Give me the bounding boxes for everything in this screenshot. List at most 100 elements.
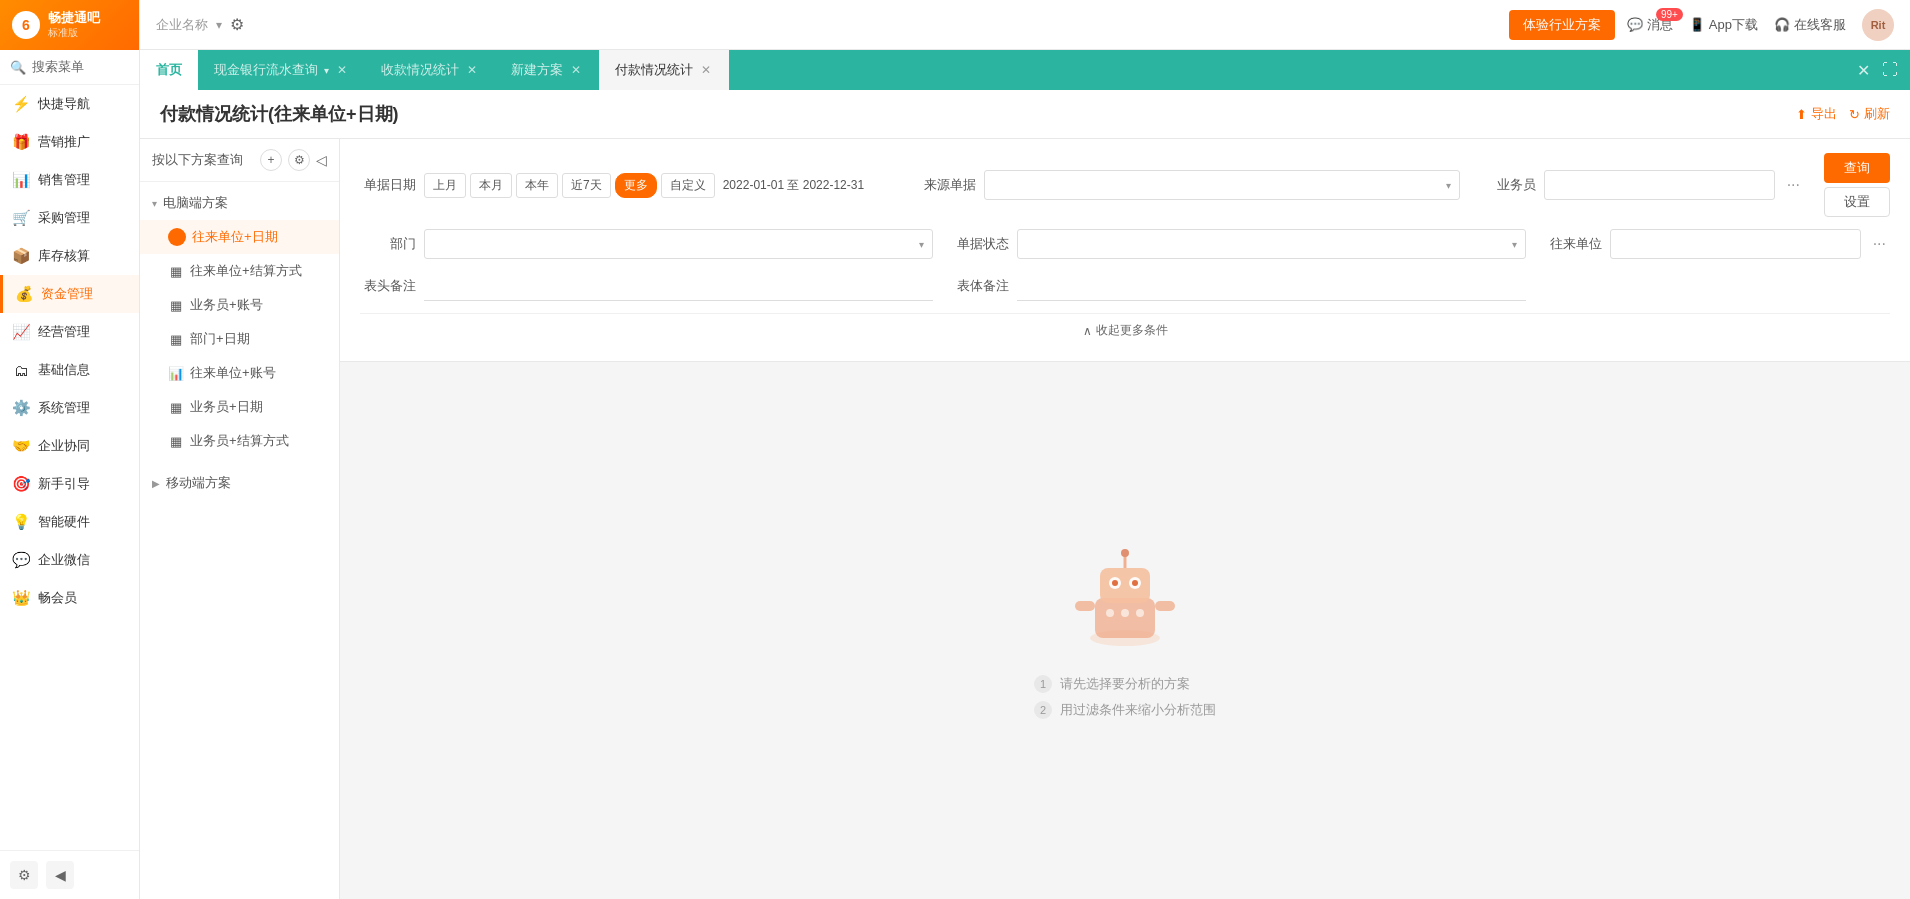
tab-payment-stats-close-icon[interactable]: ✕ bbox=[699, 61, 713, 79]
search-menu[interactable]: 🔍 搜索菜单 bbox=[0, 50, 139, 85]
app-download-label: App下载 bbox=[1709, 16, 1758, 34]
operations-icon: 📈 bbox=[12, 323, 30, 341]
tab-home[interactable]: 首页 bbox=[140, 50, 198, 90]
scheme-item-partner-settle[interactable]: ▦ 往来单位+结算方式 bbox=[140, 254, 339, 288]
sidebar-item-purchase[interactable]: 🛒 采购管理 bbox=[0, 199, 139, 237]
scheme-item-staff-account[interactable]: ▦ 业务员+账号 bbox=[140, 288, 339, 322]
desktop-group-label: 电脑端方案 bbox=[163, 194, 228, 212]
online-service-label: 在线客服 bbox=[1794, 16, 1846, 34]
query-button[interactable]: 查询 bbox=[1824, 153, 1890, 183]
tab-new-scheme-close-icon[interactable]: ✕ bbox=[569, 61, 583, 79]
staff-select[interactable] bbox=[1544, 170, 1775, 200]
try-industry-button[interactable]: 体验行业方案 bbox=[1509, 10, 1615, 40]
collapse-more-button[interactable]: ∧ 收起更多条件 bbox=[368, 322, 1882, 339]
date-options: 上月 本月 本年 近7天 更多 自定义 2022-01-01 至 2022-12… bbox=[424, 173, 864, 198]
scheme-item-partner-date[interactable]: 往来单位+日期 bbox=[140, 220, 339, 254]
date-btn-more[interactable]: 更多 bbox=[615, 173, 657, 198]
partner-more-icon[interactable]: ··· bbox=[1869, 235, 1890, 253]
sidebar-item-corp-coop[interactable]: 🤝 企业协同 bbox=[0, 427, 139, 465]
scheme-table-icon: ▦ bbox=[168, 263, 184, 279]
sidebar-item-sales[interactable]: 📊 销售管理 bbox=[0, 161, 139, 199]
settings-scheme-button[interactable]: ⚙ bbox=[288, 149, 310, 171]
online-service-action[interactable]: 🎧 在线客服 bbox=[1774, 16, 1846, 34]
collapse-panel-button[interactable]: ◁ bbox=[316, 152, 327, 168]
message-action[interactable]: 💬 消息 99+ bbox=[1627, 16, 1673, 34]
tab-bank-flow-close-icon[interactable]: ✕ bbox=[335, 61, 349, 79]
svg-point-11 bbox=[1106, 609, 1114, 617]
sidebar-item-marketing[interactable]: 🎁 营销推广 bbox=[0, 123, 139, 161]
page-header-actions: ⬆ 导出 ↻ 刷新 bbox=[1796, 105, 1890, 123]
scheme-item-label: 往来单位+账号 bbox=[190, 364, 276, 382]
export-button[interactable]: ⬆ 导出 bbox=[1796, 105, 1837, 123]
date-btn-custom[interactable]: 自定义 bbox=[661, 173, 715, 198]
add-scheme-button[interactable]: + bbox=[260, 149, 282, 171]
message-icon: 💬 bbox=[1627, 17, 1643, 32]
sidebar-item-finance[interactable]: 💰 资金管理 bbox=[0, 275, 139, 313]
scheme-item-staff-date[interactable]: ▦ 业务员+日期 bbox=[140, 390, 339, 424]
tabbar-maximize-icon[interactable]: ⛶ bbox=[1878, 57, 1902, 83]
marketing-icon: 🎁 bbox=[12, 133, 30, 151]
tabbar-close-all-icon[interactable]: ✕ bbox=[1853, 57, 1874, 84]
user-avatar[interactable]: Rit bbox=[1862, 9, 1894, 41]
sidebar-item-quick-nav[interactable]: ⚡ 快捷导航 bbox=[0, 85, 139, 123]
voucher-status-select[interactable]: ▾ bbox=[1017, 229, 1526, 259]
topbar-gear-icon[interactable]: ⚙ bbox=[230, 15, 244, 34]
mobile-group-header[interactable]: ▶ 移动端方案 bbox=[140, 466, 339, 500]
date-label: 单据日期 bbox=[360, 176, 416, 194]
svg-rect-2 bbox=[1100, 568, 1150, 603]
app-download-action[interactable]: 📱 App下载 bbox=[1689, 16, 1758, 34]
sidebar-item-system[interactable]: ⚙️ 系统管理 bbox=[0, 389, 139, 427]
collapse-more-area: ∧ 收起更多条件 bbox=[360, 313, 1890, 347]
dept-label: 部门 bbox=[360, 235, 416, 253]
staff-more-icon[interactable]: ··· bbox=[1783, 176, 1804, 194]
date-btn-this-year[interactable]: 本年 bbox=[516, 173, 558, 198]
date-btn-this-month[interactable]: 本月 bbox=[470, 173, 512, 198]
user-name: Rit bbox=[1871, 19, 1886, 31]
source-select[interactable]: ▾ bbox=[984, 170, 1460, 200]
scheme-item-partner-account[interactable]: 📊 往来单位+账号 bbox=[140, 356, 339, 390]
sidebar-item-inventory[interactable]: 📦 库存核算 bbox=[0, 237, 139, 275]
tab-payment-stats[interactable]: 付款情况统计 ✕ bbox=[599, 50, 729, 90]
sidebar-item-corp-wechat[interactable]: 💬 企业微信 bbox=[0, 541, 139, 579]
tab-bank-flow[interactable]: 现金银行流水查询 ▾ ✕ bbox=[198, 50, 365, 90]
finance-icon: 💰 bbox=[15, 285, 33, 303]
desktop-group-header[interactable]: ▾ 电脑端方案 bbox=[140, 186, 339, 220]
purchase-icon: 🛒 bbox=[12, 209, 30, 227]
sidebar-settings-btn[interactable]: ⚙ bbox=[10, 861, 38, 889]
dept-select[interactable]: ▾ bbox=[424, 229, 933, 259]
filter-dept-item: 部门 ▾ bbox=[360, 229, 933, 259]
sidebar-logo-info: 畅捷通吧 标准版 bbox=[48, 10, 100, 40]
tab-new-scheme-label: 新建方案 bbox=[511, 61, 563, 79]
corp-coop-icon: 🤝 bbox=[12, 437, 30, 455]
partner-select[interactable] bbox=[1610, 229, 1861, 259]
refresh-button[interactable]: ↻ 刷新 bbox=[1849, 105, 1890, 123]
date-btn-last-month[interactable]: 上月 bbox=[424, 173, 466, 198]
tab-home-label: 首页 bbox=[156, 61, 182, 79]
date-btn-7days[interactable]: 近7天 bbox=[562, 173, 611, 198]
collapse-label: 收起更多条件 bbox=[1096, 322, 1168, 339]
tab-receipt-stats-close-icon[interactable]: ✕ bbox=[465, 61, 479, 79]
sidebar-item-smart-hw[interactable]: 💡 智能硬件 bbox=[0, 503, 139, 541]
page-title: 付款情况统计(往来单位+日期) bbox=[160, 102, 399, 126]
body-note-input[interactable] bbox=[1017, 271, 1526, 301]
content-area: 按以下方案查询 + ⚙ ◁ ▾ 电脑端方案 往来单位+日期 bbox=[140, 139, 1910, 899]
empty-hint-2: 2 用过滤条件来缩小分析范围 bbox=[1034, 701, 1216, 719]
search-icon: 🔍 bbox=[10, 60, 26, 75]
sidebar-item-operations[interactable]: 📈 经营管理 bbox=[0, 313, 139, 351]
header-note-input[interactable] bbox=[424, 271, 933, 301]
filter-area: 单据日期 上月 本月 本年 近7天 更多 自定义 2022-01-01 至 20… bbox=[340, 139, 1910, 362]
filter-row-2: 部门 ▾ 单据状态 ▾ bbox=[360, 229, 1890, 259]
mobile-scheme-group: ▶ 移动端方案 bbox=[140, 462, 339, 504]
settings-button[interactable]: 设置 bbox=[1824, 187, 1890, 217]
sidebar-item-member[interactable]: 👑 畅会员 bbox=[0, 579, 139, 617]
sidebar-item-basic-info[interactable]: 🗂 基础信息 bbox=[0, 351, 139, 389]
scheme-item-dept-date[interactable]: ▦ 部门+日期 bbox=[140, 322, 339, 356]
tab-new-scheme[interactable]: 新建方案 ✕ bbox=[495, 50, 599, 90]
filter-source-item: 来源单据 ▾ bbox=[920, 170, 1460, 200]
page-header: 付款情况统计(往来单位+日期) ⬆ 导出 ↻ 刷新 bbox=[140, 90, 1910, 139]
tab-receipt-stats[interactable]: 收款情况统计 ✕ bbox=[365, 50, 495, 90]
sidebar-item-label: 库存核算 bbox=[38, 247, 90, 265]
sidebar-collapse-btn[interactable]: ◀ bbox=[46, 861, 74, 889]
sidebar-item-guide[interactable]: 🎯 新手引导 bbox=[0, 465, 139, 503]
scheme-item-staff-settle[interactable]: ▦ 业务员+结算方式 bbox=[140, 424, 339, 458]
